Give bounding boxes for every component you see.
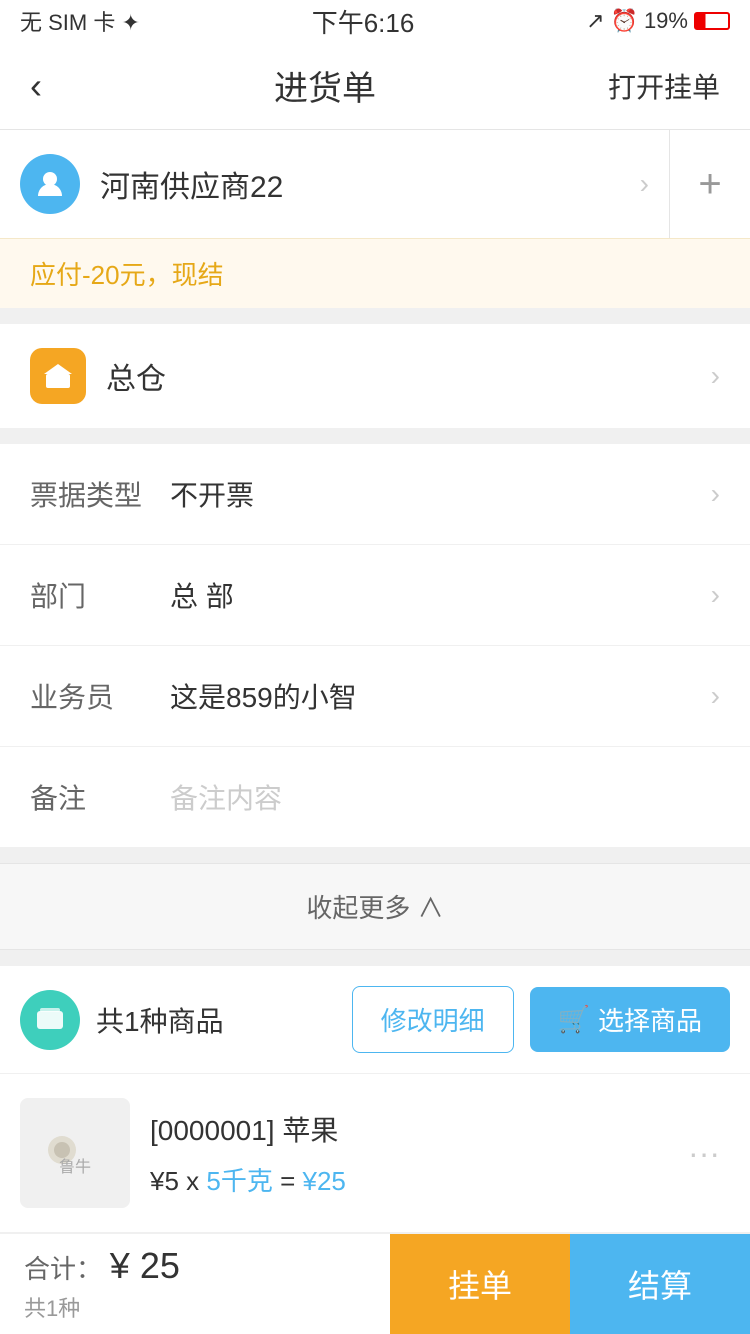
subtotal: ¥25 — [303, 1166, 346, 1196]
note-placeholder: 备注内容 — [170, 777, 720, 817]
ticket-type-row[interactable]: 票据类型 不开票 › — [0, 444, 750, 545]
ticket-type-arrow-icon: › — [711, 478, 720, 510]
supplier-section: 河南供应商22 › + 应付-20元，现结 — [0, 130, 750, 308]
warehouse-name: 总仓 — [106, 354, 711, 398]
products-count: 共1种商品 — [96, 1000, 352, 1040]
battery-icon — [694, 12, 730, 30]
supplier-arrow-icon: › — [640, 168, 649, 200]
supplier-selector[interactable]: 河南供应商22 › — [0, 130, 670, 238]
bottom-bar: 合计： ¥ 25 共1种 挂单 结算 — [0, 1234, 750, 1334]
collapse-button[interactable]: 收起更多 ∧ — [0, 863, 750, 950]
battery-label: 19% — [644, 8, 688, 34]
total-section: 合计： ¥ 25 共1种 — [0, 1245, 390, 1323]
supplier-name: 河南供应商22 — [100, 162, 630, 206]
warehouse-selector[interactable]: 总仓 › — [0, 324, 750, 428]
add-supplier-button[interactable]: + — [670, 130, 750, 238]
product-name: [0000001] 苹果 — [150, 1109, 678, 1149]
salesman-row[interactable]: 业务员 这是859的小智 › — [0, 646, 750, 747]
hold-button[interactable]: 挂单 — [390, 1234, 570, 1334]
status-time: 下午6:16 — [312, 3, 415, 40]
ticket-type-label: 票据类型 — [30, 474, 170, 514]
ticket-type-value: 不开票 — [170, 474, 711, 514]
product-info: [0000001] 苹果 ¥5 x 5千克 = ¥25 — [150, 1109, 678, 1198]
sim-status: 无 SIM 卡 ✦ — [20, 5, 140, 37]
status-bar: 无 SIM 卡 ✦ 下午6:16 ↗ ⏰ 19% — [0, 0, 750, 42]
location-icon: ↗ — [586, 8, 604, 34]
equals-sign: = — [280, 1166, 302, 1196]
supplier-avatar — [20, 154, 80, 214]
products-icon — [20, 990, 80, 1050]
note-label: 备注 — [30, 777, 170, 817]
page-title: 进货单 — [274, 61, 376, 110]
total-row: 合计： ¥ 25 — [24, 1245, 366, 1287]
form-section: 票据类型 不开票 › 部门 总 部 › 业务员 这是859的小智 › 备注 备注… — [0, 444, 750, 847]
status-right: ↗ ⏰ 19% — [586, 8, 730, 34]
department-label: 部门 — [30, 575, 170, 615]
warehouse-arrow-icon: › — [711, 360, 720, 392]
cart-icon: 🛒 — [558, 1004, 590, 1035]
status-left: 无 SIM 卡 ✦ — [20, 5, 140, 37]
price-separator: x — [186, 1166, 206, 1196]
edit-detail-button[interactable]: 修改明细 — [352, 986, 514, 1053]
department-row[interactable]: 部门 总 部 › — [0, 545, 750, 646]
products-header: 共1种商品 修改明细 🛒 选择商品 — [0, 966, 750, 1073]
salesman-arrow-icon: › — [711, 680, 720, 712]
product-item: 鲁牛 [0000001] 苹果 ¥5 x 5千克 = ¥25 ··· — [0, 1074, 750, 1232]
svg-text:鲁牛: 鲁牛 — [59, 1158, 91, 1176]
product-price: ¥5 x 5千克 = ¥25 — [150, 1161, 678, 1198]
back-button[interactable]: ‹ — [30, 65, 42, 107]
open-hold-button[interactable]: 打开挂单 — [608, 66, 720, 106]
department-value: 总 部 — [170, 575, 711, 615]
select-product-label: 选择商品 — [598, 1001, 702, 1038]
nav-bar: ‹ 进货单 打开挂单 — [0, 42, 750, 130]
note-row[interactable]: 备注 备注内容 — [0, 747, 750, 847]
salesman-value: 这是859的小智 — [170, 676, 711, 716]
salesman-label: 业务员 — [30, 676, 170, 716]
settle-button[interactable]: 结算 — [570, 1234, 750, 1334]
total-amount: ¥ 25 — [110, 1245, 180, 1286]
product-thumbnail: 鲁牛 — [20, 1098, 130, 1208]
select-product-button[interactable]: 🛒 选择商品 — [530, 987, 730, 1052]
total-label: 合计： — [24, 1254, 102, 1284]
product-more-button[interactable]: ··· — [678, 1125, 730, 1182]
quantity: 5千克 — [206, 1166, 272, 1196]
department-arrow-icon: › — [711, 579, 720, 611]
payment-notice: 应付-20元，现结 — [0, 238, 750, 308]
unit-price: ¥5 — [150, 1166, 179, 1196]
total-count: 共1种 — [24, 1291, 366, 1323]
alarm-icon: ⏰ — [611, 8, 638, 34]
warehouse-icon — [30, 348, 86, 404]
